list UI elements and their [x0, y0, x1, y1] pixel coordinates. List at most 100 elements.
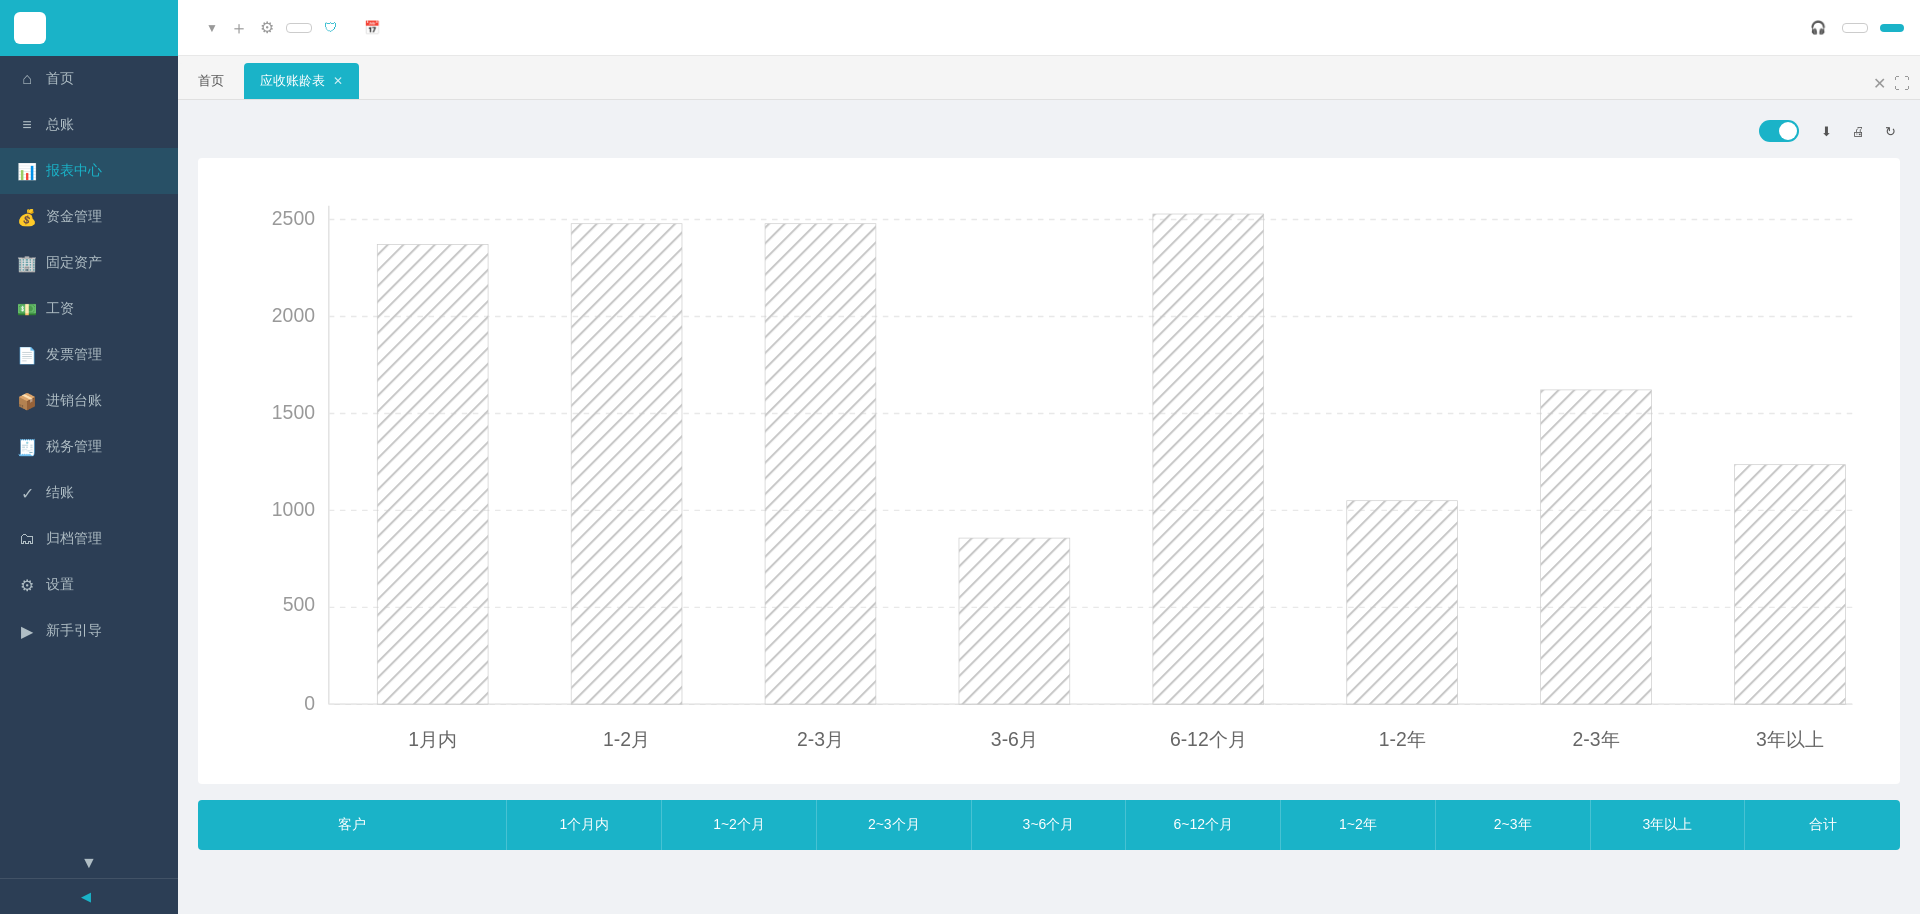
home-icon: ⌂ — [18, 70, 36, 88]
topbar-accountant-button[interactable] — [1880, 24, 1904, 32]
sidebar-item-home[interactable]: ⌂首页 — [0, 56, 178, 102]
payroll-icon: 💵 — [18, 300, 36, 318]
chart-toggle-group — [1759, 120, 1805, 142]
table-header-0: 客户 — [198, 800, 507, 850]
table-header-8: 3年以上 — [1591, 800, 1746, 850]
tabbar-close-button[interactable]: ✕ — [1873, 74, 1886, 93]
bar-1-2年 — [1347, 501, 1458, 705]
sidebar-label-assets: 固定资产 — [46, 254, 102, 272]
svg-text:1000: 1000 — [272, 498, 315, 520]
svg-text:0: 0 — [304, 692, 315, 714]
tabbar-expand-button[interactable]: ⛶ — [1894, 75, 1910, 93]
svg-text:1-2年: 1-2年 — [1379, 728, 1426, 750]
topbar-period: 📅 — [353, 20, 380, 35]
tabbar: 首页 应收账龄表 ✕ ✕ ⛶ — [178, 56, 1920, 100]
sidebar-label-guide: 新手引导 — [46, 622, 102, 640]
topbar-certified-badge: 🛡 — [324, 20, 341, 35]
sidebar-scroll-down[interactable]: ▼ — [0, 848, 178, 878]
page-content: ⬇ 🖨 ↻ 0 50 — [178, 100, 1920, 914]
svg-text:3年以上: 3年以上 — [1756, 728, 1824, 750]
sidebar-label-tax: 税务管理 — [46, 438, 102, 456]
topbar-gear-icon[interactable]: ⚙ — [260, 18, 274, 37]
table-header-6: 1~2年 — [1281, 800, 1436, 850]
refresh-button[interactable]: ↻ — [1885, 124, 1900, 139]
sidebar-label-ledger: 总账 — [46, 116, 74, 134]
print-button[interactable]: 🖨 — [1852, 124, 1869, 139]
sidebar-item-settle[interactable]: ✓ 结账 — [0, 470, 178, 516]
sidebar-item-ledger[interactable]: ≡ 总账 — [0, 102, 178, 148]
sidebar-item-guide[interactable]: ▶ 新手引导 — [0, 608, 178, 654]
sidebar-nav: ⌂首页 ≡ 总账 📊 报表中心 💰资金管理🏢固定资产 💵 工资 📄发票管理📦进销台账 🧾 税务管理 ✓… — [0, 56, 178, 848]
tab-aging[interactable]: 应收账龄表 ✕ — [244, 63, 359, 99]
svg-text:1500: 1500 — [272, 401, 315, 423]
chart-toggle[interactable] — [1759, 120, 1799, 142]
chart-container: 0 500 1000 1500 2000 2500 — [198, 158, 1900, 784]
table-header-9: 合计 — [1745, 800, 1900, 850]
sidebar-item-settings[interactable]: ⚙设置 — [0, 562, 178, 608]
cancel-fixed-button[interactable]: ◀ — [0, 878, 178, 914]
table-header-5: 6~12个月 — [1126, 800, 1281, 850]
svg-text:3-6月: 3-6月 — [991, 728, 1038, 750]
sidebar-logo — [0, 0, 178, 56]
shield-icon: 🛡 — [324, 20, 337, 35]
sidebar-item-invoice[interactable]: 📄发票管理 — [0, 332, 178, 378]
sidebar-label-settle: 结账 — [46, 484, 74, 502]
topbar-add-button[interactable]: ＋ — [230, 16, 248, 40]
tab-home[interactable]: 首页 — [178, 63, 244, 99]
archive-icon: 🗂 — [18, 530, 36, 548]
topbar-consult-button[interactable]: 🎧 — [1810, 20, 1830, 35]
calendar-icon[interactable]: 📅 — [364, 20, 380, 35]
topbar-switch-button[interactable] — [286, 23, 312, 33]
tab-close-icon[interactable]: ✕ — [333, 74, 343, 88]
bar-1月内 — [377, 244, 488, 704]
svg-text:2500: 2500 — [272, 207, 315, 229]
download-icon: ⬇ — [1821, 124, 1832, 139]
sidebar: ⌂首页 ≡ 总账 📊 报表中心 💰资金管理🏢固定资产 💵 工资 📄发票管理📦进销台账 🧾 税务管理 ✓… — [0, 0, 178, 914]
chevron-down-icon: ▼ — [81, 854, 97, 872]
invsales-icon: 📦 — [18, 392, 36, 410]
settle-icon: ✓ — [18, 484, 36, 502]
svg-text:2-3年: 2-3年 — [1573, 728, 1620, 750]
reports-icon: 📊 — [18, 162, 36, 180]
logo-icon — [14, 12, 46, 44]
bar-3-6月 — [959, 538, 1070, 704]
bar-chart: 0 500 1000 1500 2000 2500 — [218, 178, 1880, 760]
svg-text:1月内: 1月内 — [408, 728, 457, 750]
sidebar-item-reports[interactable]: 📊 报表中心 — [0, 148, 178, 194]
sidebar-label-invoice: 发票管理 — [46, 346, 102, 364]
print-icon: 🖨 — [1852, 124, 1865, 139]
svg-text:1-2月: 1-2月 — [603, 728, 650, 750]
topbar-manager-button[interactable] — [1842, 23, 1868, 33]
tab-home-label: 首页 — [198, 72, 224, 90]
data-table: 客户1个月内1~2个月2~3个月3~6个月6~12个月1~2年2~3年3年以上合… — [198, 800, 1900, 850]
guide-icon: ▶ — [18, 622, 36, 640]
tax-icon: 🧾 — [18, 438, 36, 456]
ledger-icon: ≡ — [18, 116, 36, 134]
sidebar-label-reports: 报表中心 — [46, 162, 102, 180]
headset-icon: 🎧 — [1810, 20, 1826, 35]
sidebar-item-payroll[interactable]: 💵 工资 — [0, 286, 178, 332]
sidebar-item-assets[interactable]: 🏢固定资产 — [0, 240, 178, 286]
tab-aging-label: 应收账龄表 — [260, 72, 325, 90]
svg-text:2000: 2000 — [272, 304, 315, 326]
sidebar-item-funds[interactable]: 💰资金管理 — [0, 194, 178, 240]
sidebar-item-tax[interactable]: 🧾 税务管理 — [0, 424, 178, 470]
table-header-7: 2~3年 — [1436, 800, 1591, 850]
topbar-dropdown-icon[interactable]: ▼ — [206, 21, 218, 35]
sidebar-label-archive: 归档管理 — [46, 530, 102, 548]
download-button[interactable]: ⬇ — [1821, 124, 1836, 139]
bar-1-2月 — [571, 224, 682, 705]
bar-3年以上 — [1735, 465, 1846, 705]
bar-6-12月 — [1153, 214, 1264, 704]
sidebar-label-payroll: 工资 — [46, 300, 74, 318]
svg-text:500: 500 — [283, 593, 316, 615]
table-header-3: 2~3个月 — [817, 800, 972, 850]
sidebar-item-invsales[interactable]: 📦进销台账 — [0, 378, 178, 424]
table-header-1: 1个月内 — [507, 800, 662, 850]
sidebar-label-funds: 资金管理 — [46, 208, 102, 226]
pin-icon: ◀ — [81, 889, 91, 904]
svg-text:6-12个月: 6-12个月 — [1170, 728, 1247, 750]
page-header: ⬇ 🖨 ↻ — [198, 120, 1900, 142]
sidebar-label-settings: 设置 — [46, 576, 74, 594]
sidebar-item-archive[interactable]: 🗂 归档管理 — [0, 516, 178, 562]
